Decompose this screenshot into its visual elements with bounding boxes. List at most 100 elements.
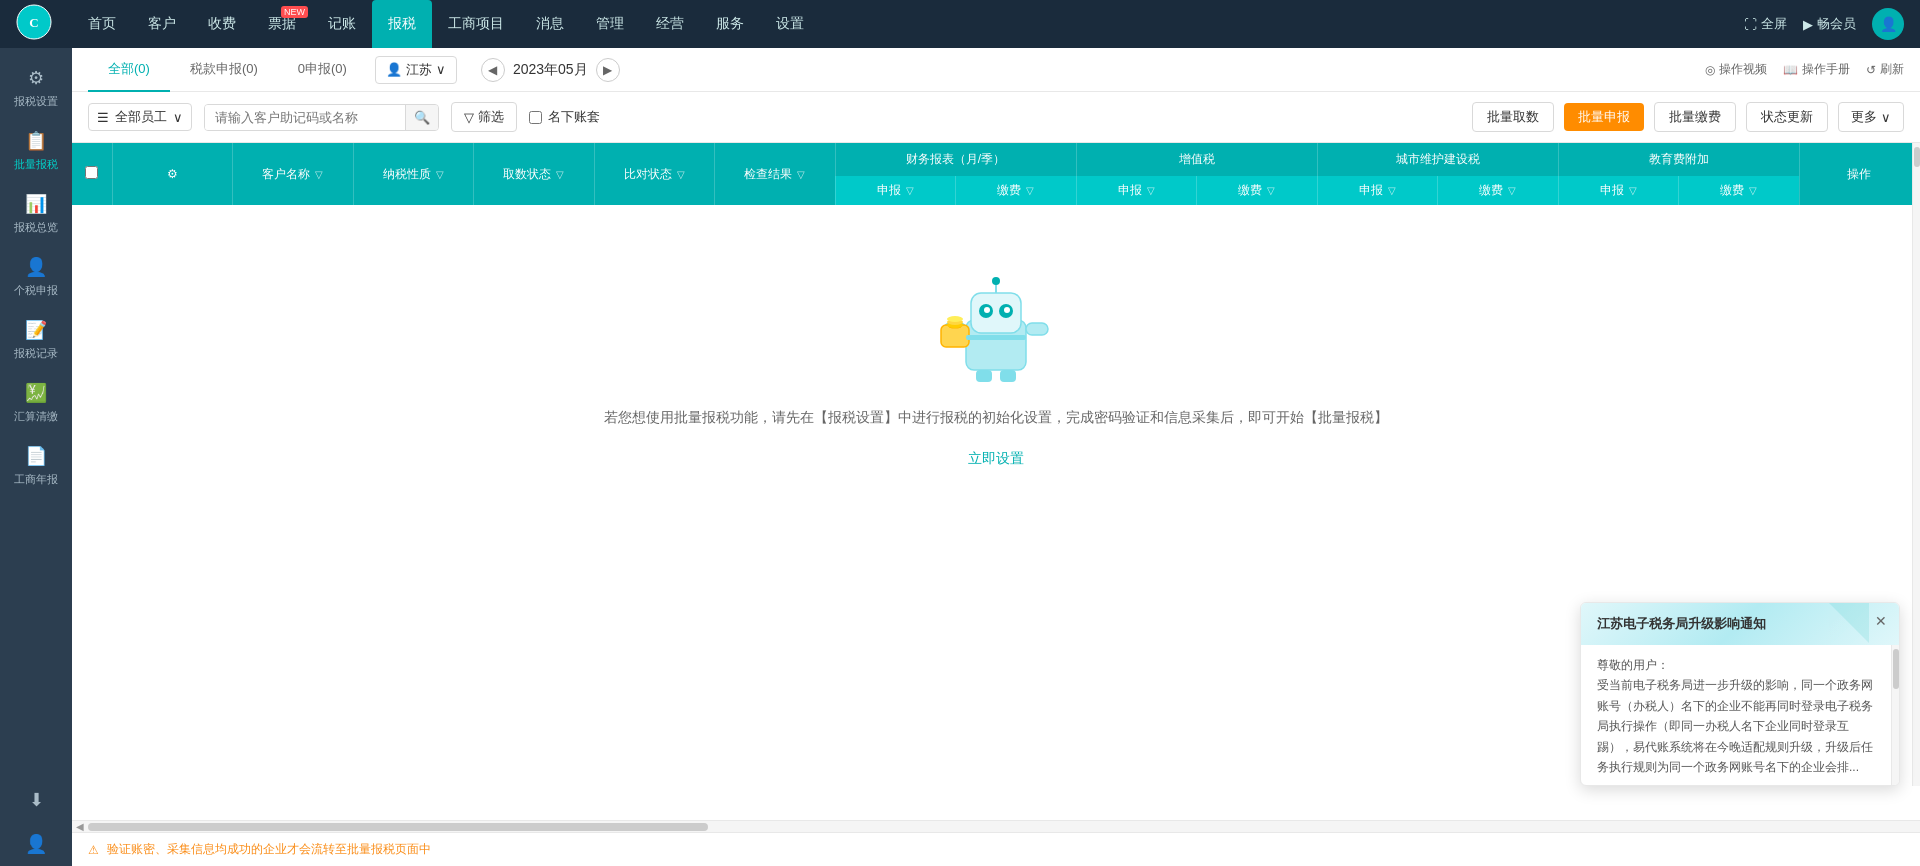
region-selector[interactable]: 👤 江苏 ∨ bbox=[375, 56, 457, 84]
filter-label: 筛选 bbox=[478, 108, 504, 126]
filter-icon-fin-pay: ▽ bbox=[1026, 185, 1034, 196]
nav-item-invoice[interactable]: 票据 NEW bbox=[252, 0, 312, 48]
setup-link[interactable]: 立即设置 bbox=[968, 450, 1024, 468]
sidebar: ⚙ 报税设置 📋 批量报税 📊 报税总览 👤 个税申报 📝 报税记录 💹 汇算清… bbox=[0, 48, 72, 866]
new-badge: NEW bbox=[281, 6, 308, 18]
date-next-button[interactable]: ▶ bbox=[596, 58, 620, 82]
empty-row: 若您想使用批量报税功能，请先在【报税设置】中进行报税的初始化设置，完成密码验证和… bbox=[72, 205, 1920, 528]
th-gear: ⚙ bbox=[112, 143, 233, 205]
fullscreen-button[interactable]: ⛶ 全屏 bbox=[1744, 15, 1787, 33]
filter-icon-vat-declare: ▽ bbox=[1147, 185, 1155, 196]
more-label: 更多 bbox=[1851, 108, 1877, 126]
date-prev-button[interactable]: ◀ bbox=[481, 58, 505, 82]
sidebar-item-personal-tax[interactable]: 👤 个税申报 bbox=[0, 245, 72, 308]
th-compare-status: 比对状态 ▽ bbox=[594, 143, 715, 205]
svg-point-7 bbox=[1004, 307, 1010, 313]
sidebar-label-tax-overview: 报税总览 bbox=[14, 220, 58, 235]
filter-icon: ▽ bbox=[464, 110, 474, 125]
sidebar-item-user[interactable]: 👤 bbox=[0, 822, 72, 866]
employee-label: 全部员工 bbox=[115, 108, 167, 126]
region-label: 江苏 bbox=[406, 61, 432, 79]
svg-rect-11 bbox=[1026, 323, 1048, 335]
member-button[interactable]: ▶ 畅会员 bbox=[1803, 15, 1856, 33]
notification-scroll-thumb[interactable] bbox=[1893, 649, 1899, 689]
sidebar-item-tax-overview[interactable]: 📊 报税总览 bbox=[0, 182, 72, 245]
nav-item-billing[interactable]: 收费 bbox=[192, 0, 252, 48]
empty-state: 若您想使用批量报税功能，请先在【报税设置】中进行报税的初始化设置，完成密码验证和… bbox=[72, 205, 1920, 528]
vertical-scroll-thumb[interactable] bbox=[1914, 147, 1920, 167]
tab-tax-declare[interactable]: 税款申报(0) bbox=[170, 48, 278, 92]
refresh-icon: ↺ bbox=[1866, 63, 1876, 77]
sidebar-label-annual-report: 工商年报 bbox=[14, 472, 58, 487]
filter-icon-compare: ▽ bbox=[677, 169, 685, 180]
th-financial-report: 财务报表（月/季） bbox=[835, 143, 1076, 176]
sidebar-item-reconciliation[interactable]: 💹 汇算清缴 bbox=[0, 371, 72, 434]
scroll-thumb[interactable] bbox=[88, 823, 708, 831]
date-navigation: ◀ 2023年05月 ▶ bbox=[481, 58, 620, 82]
notification-body-wrap: 尊敬的用户： 受当前电子税务局进一步升级的影响，同一个政务网账号（办税人）名下的… bbox=[1581, 645, 1899, 785]
sidebar-item-annual-report[interactable]: 📄 工商年报 bbox=[0, 434, 72, 497]
sidebar-item-batch-tax[interactable]: 📋 批量报税 bbox=[0, 119, 72, 182]
batch-declare-button[interactable]: 批量申报 bbox=[1564, 103, 1644, 131]
th-customer-name: 客户名称 ▽ bbox=[233, 143, 354, 205]
filter-icon-fin-declare: ▽ bbox=[906, 185, 914, 196]
sidebar-label-batch-tax: 批量报税 bbox=[14, 157, 58, 172]
nav-item-message[interactable]: 消息 bbox=[520, 0, 580, 48]
accounts-checkbox[interactable] bbox=[529, 111, 542, 124]
manual-label: 操作手册 bbox=[1802, 61, 1850, 78]
nav-item-service[interactable]: 服务 bbox=[700, 0, 760, 48]
th-vat: 增值税 bbox=[1076, 143, 1317, 176]
nav-item-customer[interactable]: 客户 bbox=[132, 0, 192, 48]
video-button[interactable]: ◎ 操作视频 bbox=[1705, 61, 1767, 78]
notification-close-button[interactable]: ✕ bbox=[1871, 611, 1891, 631]
vertical-scrollbar[interactable] bbox=[1912, 143, 1920, 786]
manual-button[interactable]: 📖 操作手册 bbox=[1783, 61, 1850, 78]
horizontal-scrollbar[interactable]: ◀ bbox=[72, 820, 1920, 832]
toolbar-right: 批量取数 批量申报 批量缴费 状态更新 更多 ∨ bbox=[1472, 102, 1904, 132]
video-icon: ◎ bbox=[1705, 63, 1715, 77]
batch-fetch-button[interactable]: 批量取数 bbox=[1472, 102, 1554, 132]
more-button[interactable]: 更多 ∨ bbox=[1838, 102, 1904, 132]
th-edu-fee: 教育费附加 bbox=[1558, 143, 1799, 176]
svg-point-16 bbox=[947, 316, 963, 322]
sidebar-item-tax-settings[interactable]: ⚙ 报税设置 bbox=[0, 56, 72, 119]
nav-item-settings[interactable]: 设置 bbox=[760, 0, 820, 48]
filter-icon-customer: ▽ bbox=[315, 169, 323, 180]
sidebar-item-tax-record[interactable]: 📝 报税记录 bbox=[0, 308, 72, 371]
search-button[interactable]: 🔍 bbox=[405, 105, 438, 130]
tab-all[interactable]: 全部(0) bbox=[88, 48, 170, 92]
sidebar-item-download[interactable]: ⬇ bbox=[0, 778, 72, 822]
sidebar-bottom: ⬇ 👤 bbox=[0, 778, 72, 866]
filter-icon-vat-pay: ▽ bbox=[1267, 185, 1275, 196]
filter-icon-edu-pay: ▽ bbox=[1749, 185, 1757, 196]
top-navigation: C 首页 客户 收费 票据 NEW 记账 报税 工商项目 消息 管理 经营 服务… bbox=[0, 0, 1920, 48]
tab-zero-declare[interactable]: 0申报(0) bbox=[278, 48, 367, 92]
status-update-button[interactable]: 状态更新 bbox=[1746, 102, 1828, 132]
nav-item-bizproject[interactable]: 工商项目 bbox=[432, 0, 520, 48]
notification-body: 尊敬的用户： 受当前电子税务局进一步升级的影响，同一个政务网账号（办税人）名下的… bbox=[1581, 645, 1899, 785]
nav-item-tax[interactable]: 报税 bbox=[372, 0, 432, 48]
warning-text: 验证账密、采集信息均成功的企业才会流转至批量报税页面中 bbox=[107, 841, 431, 858]
filter-icon-fetch: ▽ bbox=[556, 169, 564, 180]
search-input[interactable] bbox=[205, 105, 405, 130]
batch-pay-button[interactable]: 批量缴费 bbox=[1654, 102, 1736, 132]
scroll-left-arrow[interactable]: ◀ bbox=[76, 821, 84, 832]
th-vat-declare: 申报 ▽ bbox=[1076, 176, 1197, 205]
nav-item-manage[interactable]: 管理 bbox=[580, 0, 640, 48]
avatar[interactable]: 👤 bbox=[1872, 8, 1904, 40]
employee-selector[interactable]: ☰ 全部员工 ∨ bbox=[88, 103, 192, 131]
checkbox-accounts[interactable]: 名下账套 bbox=[529, 108, 600, 126]
nav-item-home[interactable]: 首页 bbox=[72, 0, 132, 48]
th-operation: 操作 bbox=[1799, 143, 1920, 205]
select-all-checkbox[interactable] bbox=[85, 166, 98, 179]
refresh-button[interactable]: ↺ 刷新 bbox=[1866, 61, 1904, 78]
nav-item-accounting[interactable]: 记账 bbox=[312, 0, 372, 48]
empty-state-text: 若您想使用批量报税功能，请先在【报税设置】中进行报税的初始化设置，完成密码验证和… bbox=[604, 405, 1388, 430]
filter-icon-check: ▽ bbox=[797, 169, 805, 180]
sidebar-label-tax-record: 报税记录 bbox=[14, 346, 58, 361]
notification-scrollbar[interactable] bbox=[1891, 645, 1899, 785]
filter-button[interactable]: ▽ 筛选 bbox=[451, 102, 517, 132]
tax-record-icon: 📝 bbox=[24, 318, 48, 342]
nav-item-operation[interactable]: 经营 bbox=[640, 0, 700, 48]
svg-rect-18 bbox=[1000, 370, 1016, 382]
